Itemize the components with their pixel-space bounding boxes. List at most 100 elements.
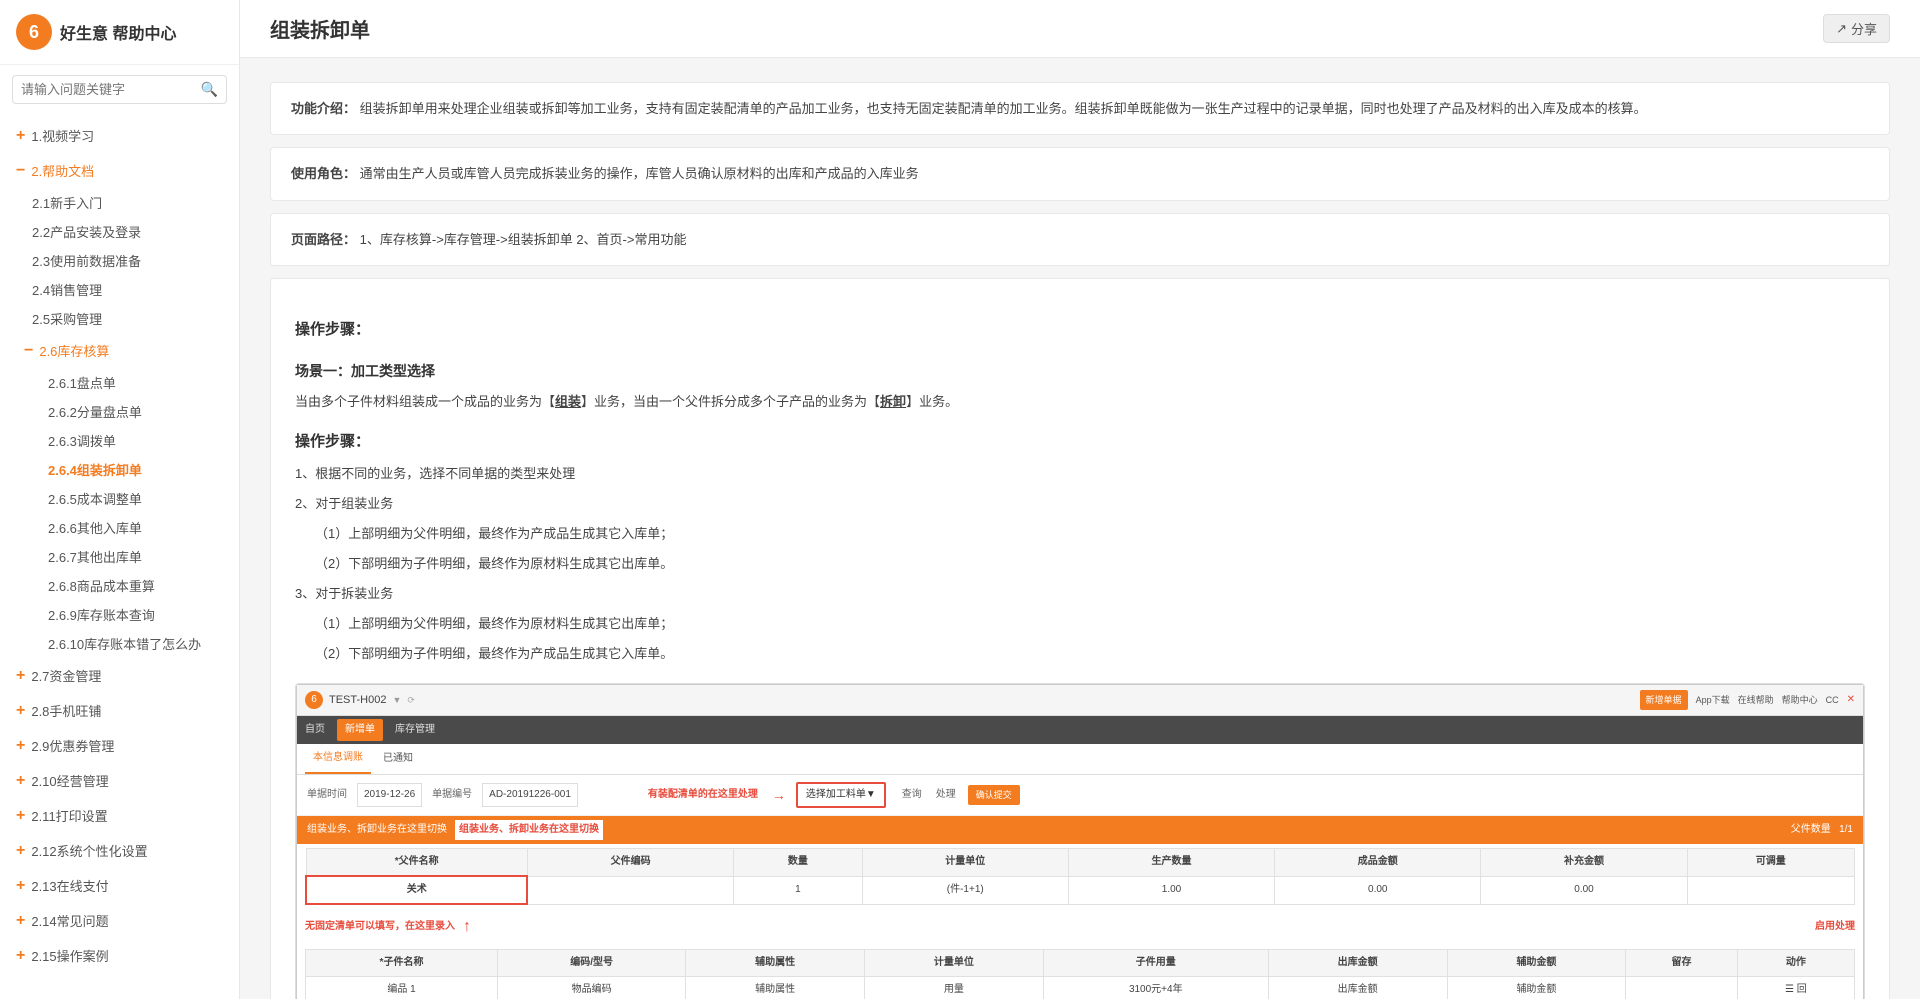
mock-titlebar: 6 TEST-H002 ▼ ⟳ 新增单据 App下载 在线帮助 帮助中心 CC …	[297, 685, 1863, 716]
mock-tabs: 本信息调账 已通知	[297, 744, 1863, 775]
mock-parent-cell-prodqty: 1.00	[1068, 876, 1274, 904]
mock-tab-2[interactable]: 已通知	[375, 745, 421, 773]
sidebar-item-s210[interactable]: + 2.10经营管理	[0, 763, 239, 798]
sidebar-item-s24[interactable]: 2.4销售管理	[0, 275, 239, 304]
sidebar-item-s29[interactable]: + 2.9优惠券管理	[0, 728, 239, 763]
sidebar-item-s25[interactable]: 2.5采购管理	[0, 304, 239, 333]
plus-icon-s215: +	[16, 947, 25, 965]
plus-icon-s27: +	[16, 667, 25, 685]
page-title: 组装拆卸单	[270, 14, 370, 43]
ops-title: 操作步骤：	[295, 427, 1865, 457]
mock-th-parent-name: *父件名称	[306, 849, 527, 877]
role-label: 使用角色：	[291, 166, 356, 181]
mock-child-row-1: 编品 1 物品编码 辅助属性 用量 3100元+4年 出库金额 辅助金额 ☰ 回	[306, 977, 1855, 999]
sidebar-item-s1[interactable]: + 1.视频学习	[0, 118, 239, 153]
mock-th-child-amt: 出库金额	[1268, 950, 1447, 977]
sidebar-item-s21[interactable]: 2.1新手入门	[0, 188, 239, 217]
path-card: 页面路径： 1、库存核算->库存管理->组装拆卸单 2、首页->常用功能	[270, 213, 1890, 266]
sidebar-item-s2[interactable]: − 2.帮助文档	[0, 153, 239, 188]
sidebar-item-s262[interactable]: 2.6.2分量盘点单	[0, 397, 239, 426]
mock-title: TEST-H002	[329, 689, 386, 711]
mock-tab-1[interactable]: 本信息调账	[305, 744, 371, 774]
steps-content: 操作步骤： 场景一：加工类型选择 当由多个子件材料组装成一个成品的业务为【组装】…	[270, 278, 1890, 999]
mock-th-child-retain: 留存	[1626, 950, 1737, 977]
mock-dropdown-icon: ▼	[392, 691, 401, 709]
mock-th-child-attr: 辅助属性	[686, 950, 865, 977]
sidebar-item-s213[interactable]: + 2.13在线支付	[0, 868, 239, 903]
mock-nav-inventory: 库存管理	[395, 720, 435, 740]
mock-nav-cc: CC	[1826, 691, 1839, 709]
mock-child-1-aux: 辅助金额	[1447, 977, 1626, 999]
mock-child-1-unit: 用量	[865, 977, 1044, 999]
sidebar-item-s28[interactable]: + 2.8手机旺铺	[0, 693, 239, 728]
sidebar: 6 好生意 帮助中心 🔍 + 1.视频学习 − 2.帮助文档 2.1新手入门 2…	[0, 0, 240, 999]
share-button[interactable]: ↗ 分享	[1823, 14, 1890, 43]
plus-icon-s210: +	[16, 772, 25, 790]
sidebar-item-s268[interactable]: 2.6.8商品成本重算	[0, 571, 239, 600]
mock-num-label: 单据编号	[432, 785, 472, 805]
search-icon: 🔍	[201, 81, 218, 98]
mock-nav-help: 在线帮助	[1738, 691, 1774, 709]
logo-icon: 6	[16, 14, 52, 50]
mock-new-btn: 新增单据	[1640, 690, 1688, 710]
scene1-desc: 当由多个子件材料组装成一个成品的业务为【组装】业务，当由一个父件拆分成多个子产品…	[295, 389, 1865, 415]
mock-child-1-code: 物品编码	[498, 977, 686, 999]
path-text: 1、库存核算->库存管理->组装拆卸单 2、首页->常用功能	[360, 232, 687, 247]
mock-th-child-code: 编码/型号	[498, 950, 686, 977]
sidebar-item-s264[interactable]: 2.6.4组装拆卸单	[0, 455, 239, 484]
step3-1: （1）上部明细为父件明细，最终作为原材料生成其它出库单；	[295, 611, 1865, 637]
sidebar-item-s211[interactable]: + 2.11打印设置	[0, 798, 239, 833]
path-label: 页面路径：	[291, 232, 356, 247]
mock-date-value: 2019-12-26	[357, 783, 422, 807]
mock-confirm-btn[interactable]: 确认提交	[968, 785, 1020, 805]
mock-child-1-name: 编品 1	[306, 977, 498, 999]
intro-label: 功能介绍：	[291, 101, 356, 116]
plus-icon-s211: +	[16, 807, 25, 825]
scene1-title: 场景一：加工类型选择	[295, 357, 1865, 385]
mock-action2-label: 处理	[936, 785, 956, 805]
annotation-5: 无固定清单可以填写，在这里录入	[305, 917, 455, 937]
step3-2: （2）下部明细为子件明细，最终作为产成品生成其它入库单。	[295, 641, 1865, 667]
sidebar-item-s269[interactable]: 2.6.9库存账本查询	[0, 600, 239, 629]
mock-parent-cell-name: 关术	[306, 876, 527, 904]
sidebar-header: 6 好生意 帮助中心	[0, 0, 239, 65]
plus-icon-s212: +	[16, 842, 25, 860]
search-input[interactable]	[21, 82, 201, 97]
mock-parent-cell-code	[527, 876, 733, 904]
sidebar-item-s212[interactable]: + 2.12系统个性化设置	[0, 833, 239, 868]
mock-parent-cell-prodamt: 0.00	[1275, 876, 1481, 904]
plus-icon-s1: +	[16, 127, 25, 145]
mock-logo: 6	[305, 691, 323, 709]
share-icon: ↗	[1836, 21, 1847, 37]
sidebar-item-s267[interactable]: 2.6.7其他出库单	[0, 542, 239, 571]
sidebar-item-s26[interactable]: − 2.6库存核算	[0, 333, 239, 368]
search-box[interactable]: 🔍	[12, 75, 227, 104]
sidebar-item-s214[interactable]: + 2.14常见问题	[0, 903, 239, 938]
mock-lower-table: *子件名称 编码/型号 辅助属性 计量单位 子件用量 出库金额 辅助金额 留存 …	[297, 945, 1863, 999]
mock-child-1-action: ☰ 回	[1737, 977, 1854, 999]
mock-child-1-retain	[1626, 977, 1737, 999]
mock-dropdown[interactable]: 选择加工料单▼	[796, 782, 886, 808]
sidebar-item-s261[interactable]: 2.6.1盘点单	[0, 368, 239, 397]
mock-child-1-usage: 3100元+4年	[1043, 977, 1268, 999]
annotation-1: 有装配清单的在这里处理	[648, 785, 758, 805]
step2-2: （2）下部明细为子件明细，最终作为原材料生成其它出库单。	[295, 551, 1865, 577]
mock-form-area: 单据时间 2019-12-26 单据编号 AD-20191226-001 有装配…	[297, 775, 1863, 816]
sidebar-item-s23[interactable]: 2.3使用前数据准备	[0, 246, 239, 275]
mock-refresh-icon: ⟳	[407, 691, 415, 709]
sidebar-item-s27[interactable]: + 2.7资金管理	[0, 658, 239, 693]
mock-type-right: 父件数量 1/1	[1791, 820, 1853, 840]
mock-type-row: 组装业务、拆卸业务在这里切换 组装业务、拆卸业务在这里切换 父件数量 1/1	[297, 816, 1863, 844]
mock-num-value: AD-20191226-001	[482, 783, 578, 807]
sidebar-item-s22[interactable]: 2.2产品安装及登录	[0, 217, 239, 246]
mock-th-avail: 可调量	[1687, 849, 1854, 877]
sidebar-item-s265[interactable]: 2.6.5成本调整单	[0, 484, 239, 513]
sidebar-item-s215[interactable]: + 2.15操作案例	[0, 938, 239, 973]
sidebar-item-s266[interactable]: 2.6.6其他入库单	[0, 513, 239, 542]
mock-child-1-amt: 出库金额	[1268, 977, 1447, 999]
sidebar-item-s2610[interactable]: 2.6.10库存账本错了怎么办	[0, 629, 239, 658]
sidebar-item-s263[interactable]: 2.6.3调拨单	[0, 426, 239, 455]
mock-parent-cell-suppamt: 0.00	[1481, 876, 1687, 904]
mock-close-icon[interactable]: ✕	[1847, 690, 1855, 710]
arrow-icon-5: ↑	[463, 911, 471, 943]
